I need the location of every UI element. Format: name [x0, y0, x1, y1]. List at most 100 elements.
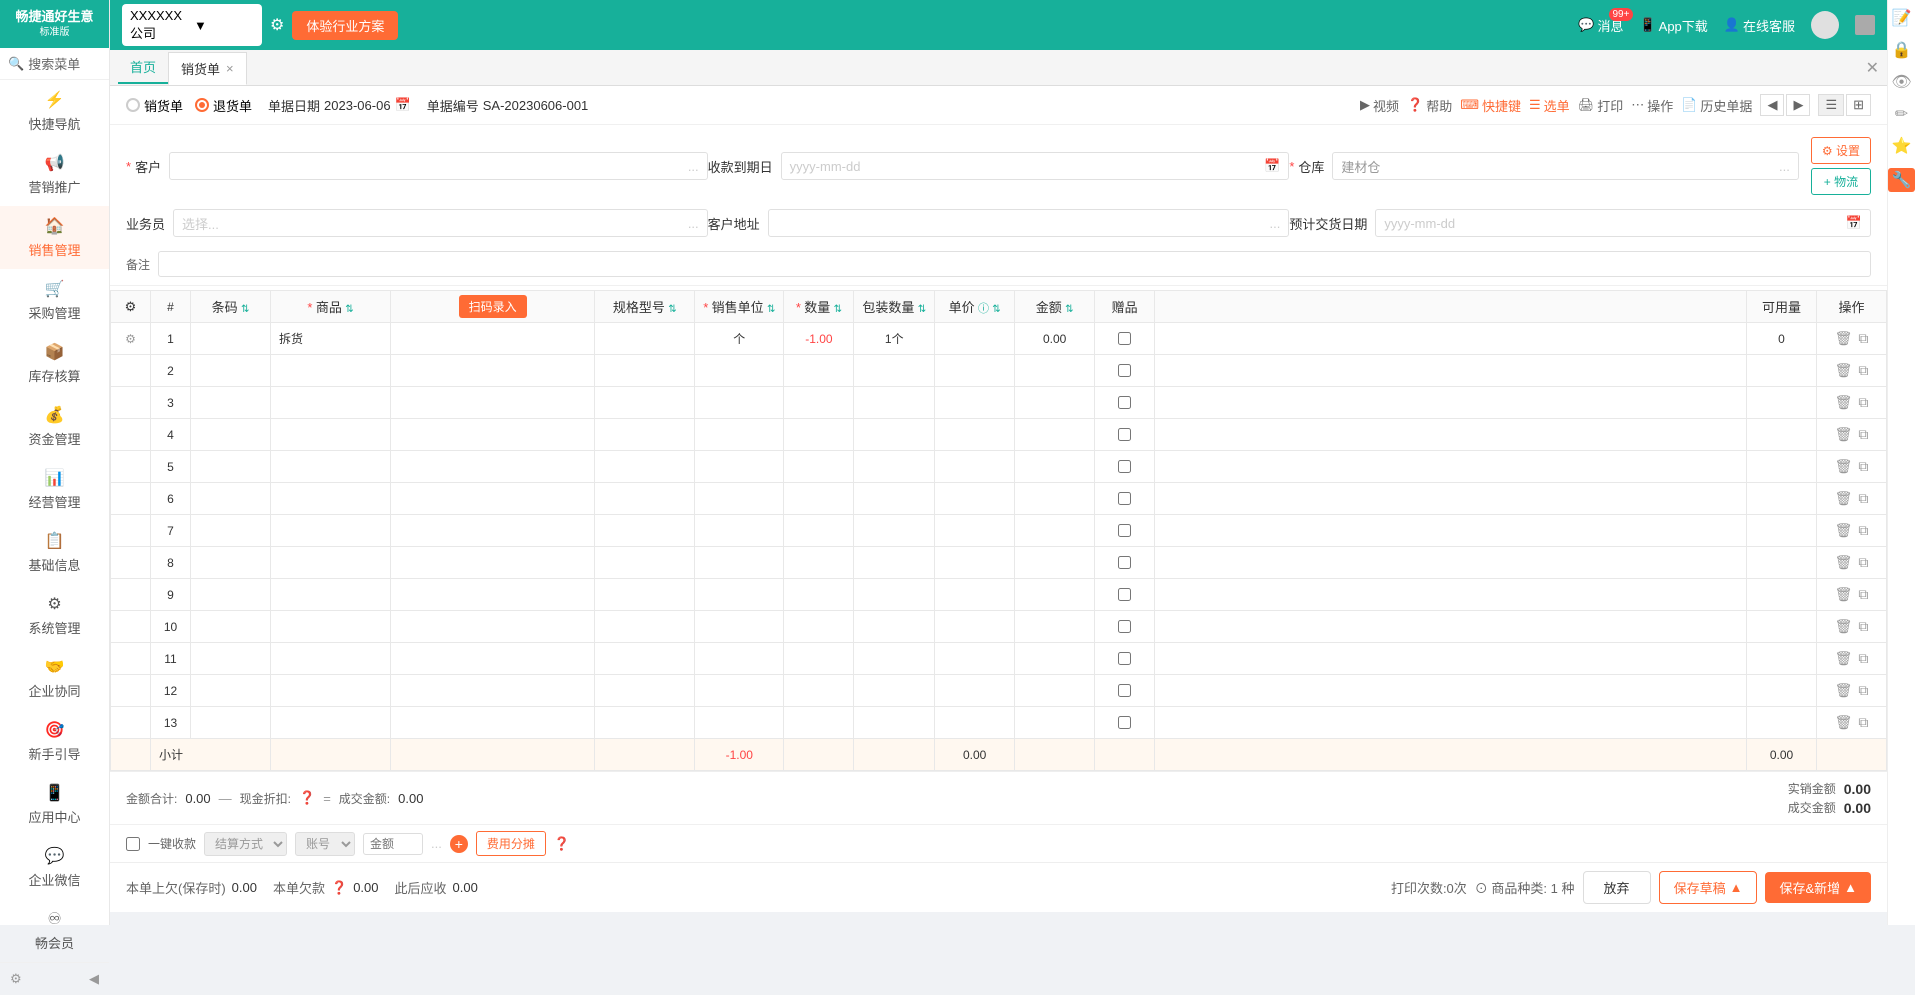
expense-btn[interactable]: 费用分摊	[476, 831, 546, 856]
copy-icon[interactable]: ⧉	[1858, 586, 1868, 603]
expected-date-input[interactable]: yyyy-mm-dd 📅	[1375, 209, 1871, 237]
cell-spec[interactable]	[595, 611, 695, 643]
tab-close-icon[interactable]: ×	[226, 61, 234, 76]
gift-checkbox[interactable]	[1118, 716, 1131, 729]
cell-gift[interactable]	[1095, 483, 1155, 515]
cell-spec[interactable]	[595, 323, 695, 355]
copy-icon[interactable]: ⧉	[1858, 490, 1868, 507]
price-info-icon[interactable]: ⓘ	[978, 303, 989, 315]
delete-icon[interactable]: 🗑	[1835, 458, 1853, 475]
cell-unit[interactable]	[695, 387, 784, 419]
product-types-prefix[interactable]: ⊙	[1475, 881, 1488, 896]
cell-price[interactable]	[935, 419, 1015, 451]
sidebar-item-operations[interactable]: 📊 经营管理	[0, 458, 109, 521]
calendar-icon-2[interactable]: 📅	[1264, 158, 1280, 174]
message-btn[interactable]: 💬 消息 99+	[1578, 16, 1623, 35]
operation-btn[interactable]: ⋯ 操作	[1631, 96, 1673, 115]
cell-product[interactable]	[271, 611, 391, 643]
rp-icon-3[interactable]: 👁	[1891, 72, 1911, 92]
cell-qty[interactable]	[784, 675, 854, 707]
cell-product[interactable]	[271, 355, 391, 387]
rp-icon-2[interactable]: 🔒	[1892, 40, 1912, 60]
rp-icon-1[interactable]: 📝	[1892, 8, 1912, 28]
cell-gift[interactable]	[1095, 707, 1155, 739]
cell-price[interactable]	[935, 515, 1015, 547]
payment-method-select[interactable]: 结算方式	[204, 832, 287, 856]
copy-icon[interactable]: ⧉	[1858, 714, 1868, 731]
scan-btn[interactable]: 扫码录入	[459, 295, 527, 318]
sort-icon-product[interactable]: ⇅	[345, 304, 353, 315]
sidebar-item-system[interactable]: ⚙ 系统管理	[0, 584, 109, 647]
cell-barcode[interactable]	[191, 387, 271, 419]
cell-amount[interactable]	[1015, 355, 1095, 387]
cell-product[interactable]	[271, 707, 391, 739]
cell-pack-qty[interactable]	[854, 451, 935, 483]
cell-qty[interactable]: -1.00	[784, 323, 854, 355]
cell-unit[interactable]	[695, 419, 784, 451]
delete-icon[interactable]: 🗑	[1835, 650, 1853, 667]
cell-product[interactable]	[271, 547, 391, 579]
cell-barcode[interactable]	[191, 643, 271, 675]
app-download-btn[interactable]: 📱 App下载	[1639, 16, 1707, 35]
cell-price[interactable]	[935, 611, 1015, 643]
due-date-input[interactable]: yyyy-mm-dd 📅	[781, 152, 1290, 180]
cell-qty[interactable]	[784, 387, 854, 419]
cell-gift[interactable]	[1095, 675, 1155, 707]
cell-qty[interactable]	[784, 707, 854, 739]
cell-unit[interactable]	[695, 547, 784, 579]
sidebar-item-guide[interactable]: 🎯 新手引导	[0, 710, 109, 773]
date-calendar-icon[interactable]: 📅	[395, 97, 411, 113]
cell-spec[interactable]	[595, 707, 695, 739]
amount-input[interactable]	[363, 833, 423, 855]
delete-icon[interactable]: 🗑	[1835, 554, 1853, 571]
copy-icon[interactable]: ⧉	[1858, 394, 1868, 411]
avatar[interactable]	[1811, 11, 1839, 39]
delete-icon[interactable]: 🗑	[1835, 522, 1853, 539]
save-draft-btn[interactable]: 保存草稿 ▲	[1659, 871, 1758, 904]
delete-icon[interactable]: 🗑	[1835, 330, 1853, 347]
cell-price[interactable]	[935, 323, 1015, 355]
cell-barcode[interactable]	[191, 419, 271, 451]
cell-pack-qty[interactable]	[854, 419, 935, 451]
cell-gift[interactable]	[1095, 387, 1155, 419]
cell-barcode[interactable]	[191, 579, 271, 611]
cell-barcode[interactable]	[191, 611, 271, 643]
sidebar-item-wechat[interactable]: 💬 企业微信	[0, 836, 109, 899]
gift-checkbox[interactable]	[1118, 396, 1131, 409]
cell-pack-qty[interactable]	[854, 547, 935, 579]
search-menu[interactable]: 🔍 搜索菜单	[0, 48, 109, 80]
cell-pack-qty[interactable]	[854, 675, 935, 707]
calendar-icon-3[interactable]: 📅	[1846, 215, 1862, 231]
sort-icon-price[interactable]: ⇅	[992, 304, 1000, 315]
cell-amount[interactable]	[1015, 611, 1095, 643]
gift-checkbox[interactable]	[1118, 460, 1131, 473]
cell-gift[interactable]	[1095, 547, 1155, 579]
sort-icon-amount[interactable]: ⇅	[1065, 304, 1073, 315]
cell-product[interactable]: 拆货	[271, 323, 391, 355]
cell-amount[interactable]	[1015, 515, 1095, 547]
cell-pack-qty[interactable]	[854, 643, 935, 675]
cell-amount[interactable]	[1015, 579, 1095, 611]
copy-icon[interactable]: ⧉	[1858, 426, 1868, 443]
delete-icon[interactable]: 🗑	[1835, 362, 1853, 379]
cell-price[interactable]	[935, 387, 1015, 419]
cell-barcode[interactable]	[191, 547, 271, 579]
cell-pack-qty[interactable]	[854, 707, 935, 739]
sort-icon-spec[interactable]: ⇅	[668, 304, 676, 315]
gift-checkbox[interactable]	[1118, 588, 1131, 601]
cell-qty[interactable]	[784, 355, 854, 387]
radio-return[interactable]: 退货单	[195, 96, 252, 115]
cell-price[interactable]	[935, 707, 1015, 739]
cell-gift[interactable]	[1095, 515, 1155, 547]
tab-sales-order[interactable]: 销货单 ×	[168, 52, 247, 85]
sidebar-item-inventory[interactable]: 📦 库存核算	[0, 332, 109, 395]
rp-icon-5[interactable]: ⭐	[1892, 136, 1912, 156]
account-select[interactable]: 账号	[295, 832, 355, 856]
cell-qty[interactable]	[784, 515, 854, 547]
cell-spec[interactable]	[595, 547, 695, 579]
add-item-btn[interactable]: +	[450, 835, 468, 853]
cell-spec[interactable]	[595, 483, 695, 515]
cell-price[interactable]	[935, 451, 1015, 483]
copy-icon[interactable]: ⧉	[1858, 618, 1868, 635]
cell-gear[interactable]: ⚙	[111, 323, 151, 355]
